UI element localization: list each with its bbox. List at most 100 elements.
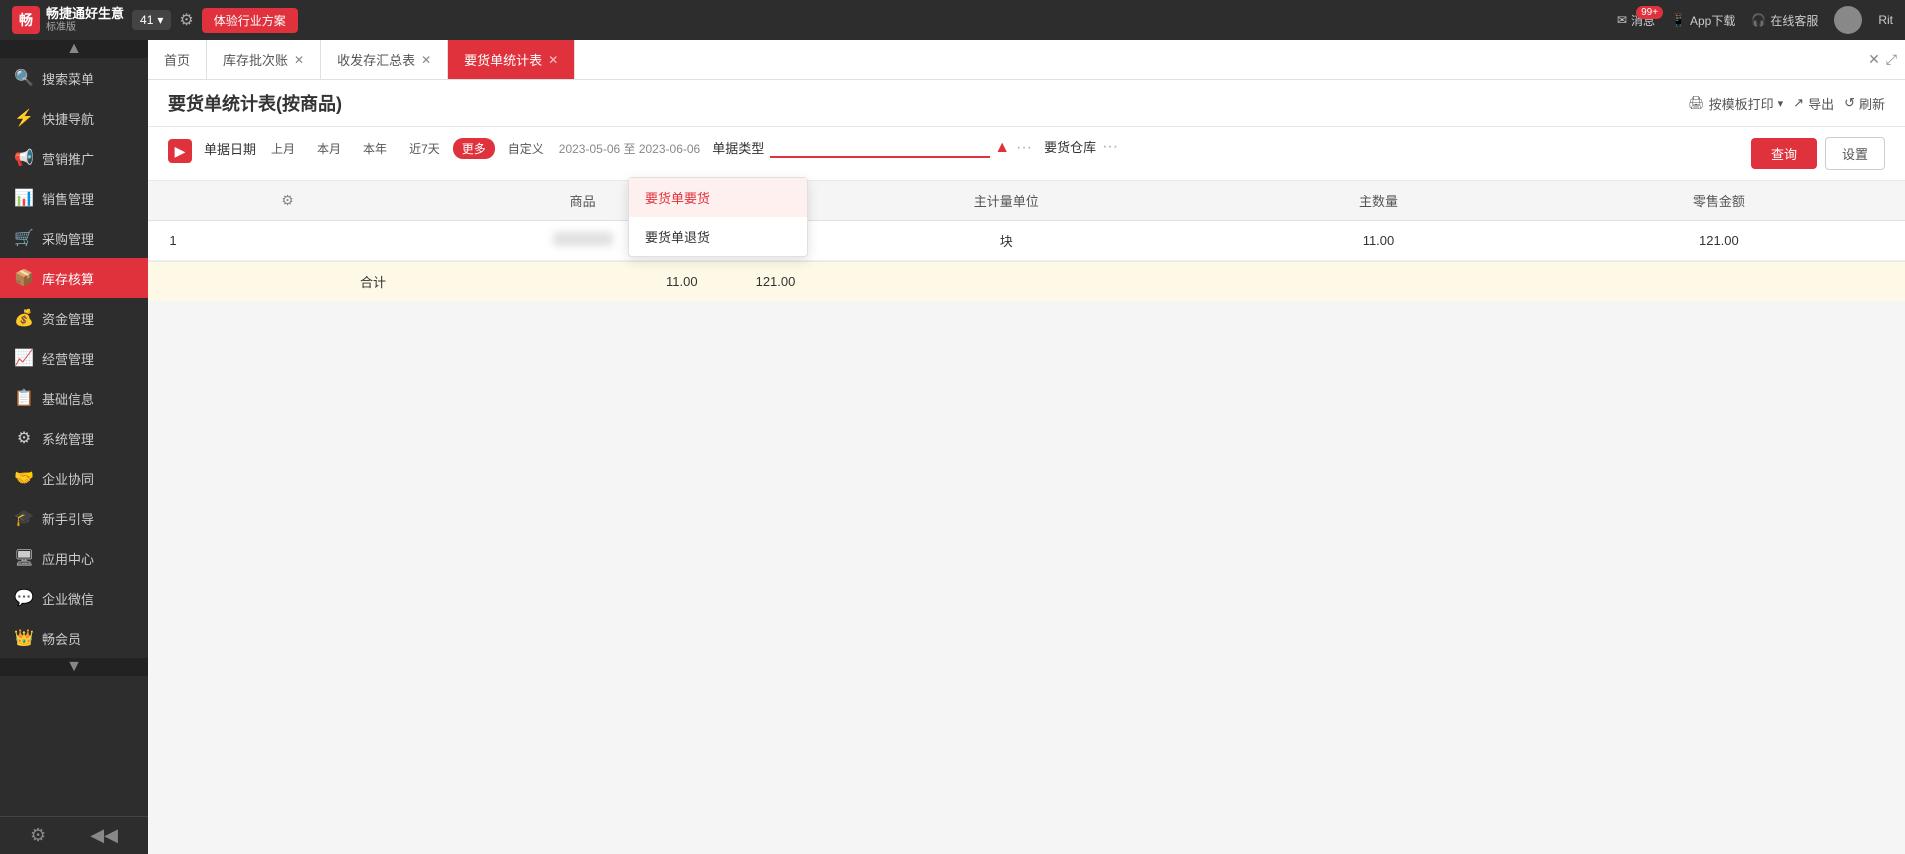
operations-icon: 📈: [14, 348, 34, 368]
data-table: ⚙ 商品 主计量单位 主数量 零售金额 1: [148, 181, 1905, 261]
date-buttons: 上月 本月 本年 近7天 更多 自定义: [262, 137, 553, 160]
page-actions: 🖨 按模板打印 ▾ ↗ 导出 ↺ 刷新: [1688, 94, 1885, 113]
dropdown-item-return[interactable]: 要货单退货: [629, 217, 807, 256]
purchase-icon: 🛒: [14, 228, 34, 248]
sidebar-collapse-icon[interactable]: ◀◀: [90, 825, 118, 846]
date-label: 单据日期: [204, 139, 256, 158]
sidebar-item-app-center[interactable]: 🖥 应用中心: [0, 538, 148, 578]
warehouse-label: 要货仓库: [1044, 137, 1096, 156]
type-dropdown: 要货单要货 要货单退货: [628, 177, 808, 257]
sidebar-item-guide[interactable]: 🎓 新手引导: [0, 498, 148, 538]
sidebar-item-operations[interactable]: 📈 经营管理: [0, 338, 148, 378]
tab-close-inventory-batch[interactable]: ✕: [294, 53, 304, 67]
page-header: 要货单统计表(按商品) 🖨 按模板打印 ▾ ↗ 导出 ↺ 刷新: [148, 80, 1905, 127]
table-footer: 合计 11.00 121.00: [148, 261, 1905, 301]
filter-expand-button[interactable]: ▶: [168, 139, 192, 163]
header-left: 畅 畅捷通好生意 标准版 41 ▾ ⚙ 体验行业方案: [12, 6, 298, 34]
wechat-icon: 💬: [14, 588, 34, 608]
filter-area: ▶ 单据日期 上月 本月 本年 近7天 更多 自定义 2023-05-06 至 …: [148, 127, 1905, 181]
sidebar-item-enterprise[interactable]: 🤝 企业协同: [0, 458, 148, 498]
basic-info-icon: 📋: [14, 388, 34, 408]
trial-button[interactable]: 体验行业方案: [202, 8, 298, 33]
custom-date-btn[interactable]: 自定义: [499, 137, 553, 160]
sidebar-item-wechat[interactable]: 💬 企业微信: [0, 578, 148, 618]
query-button[interactable]: 查询: [1751, 138, 1817, 169]
refresh-icon: ↺: [1844, 95, 1855, 111]
sidebar-item-member[interactable]: 👑 畅会员: [0, 618, 148, 658]
page-title: 要货单统计表(按商品): [168, 90, 342, 116]
table-header-row: ⚙ 商品 主计量单位 主数量 零售金额: [148, 181, 1905, 221]
sidebar-item-sales[interactable]: 📊 销售管理: [0, 178, 148, 218]
export-button[interactable]: ↗ 导出: [1793, 94, 1834, 113]
date-filter-group: 单据日期 上月 本月 本年 近7天 更多 自定义 2023-05-06 至 20…: [204, 137, 700, 160]
tab-close-summary[interactable]: ✕: [421, 53, 431, 67]
download-icon: 📱: [1671, 13, 1686, 27]
table-body: 1 块 11.00 121.00: [148, 221, 1905, 261]
sidebar-settings-icon[interactable]: ⚙: [30, 825, 46, 846]
tabs-bar: 首页 库存批次账 ✕ 收发存汇总表 ✕ 要货单统计表 ✕ ✕ ⤢: [148, 40, 1905, 80]
footer-label: 合计: [160, 272, 386, 291]
logo-icon: 畅: [12, 6, 40, 34]
last-7days-btn[interactable]: 近7天: [400, 137, 449, 160]
row-unit: 块: [788, 221, 1224, 261]
row-settings: [198, 221, 377, 261]
message-notification[interactable]: ✉ 消息 99+: [1617, 12, 1655, 29]
sidebar-item-finance[interactable]: 💰 资金管理: [0, 298, 148, 338]
tab-order-stats[interactable]: 要货单统计表 ✕: [448, 40, 575, 79]
service-icon: 🎧: [1751, 13, 1766, 27]
tab-close-all-icon[interactable]: ✕: [1868, 51, 1880, 68]
sidebar: ▲ 🔍 搜索菜单 ⚡ 快捷导航 📢 营销推广 📊 销售管理 🛒 采购管理 📦 库…: [0, 40, 148, 854]
tab-expand-icon[interactable]: ⤢: [1886, 51, 1897, 68]
sidebar-bottom: ⚙ ◀◀: [0, 816, 148, 854]
row-index: 1: [148, 221, 198, 261]
type-filter-group: 单据类型 ▲ ···: [712, 137, 1032, 158]
sales-icon: 📊: [14, 188, 34, 208]
type-label: 单据类型: [712, 138, 764, 157]
refresh-button[interactable]: ↺ 刷新: [1844, 94, 1885, 113]
tab-home[interactable]: 首页: [148, 40, 207, 79]
inventory-icon: 📦: [14, 268, 34, 288]
user-avatar[interactable]: [1834, 6, 1862, 34]
more-dates-btn[interactable]: 更多: [453, 138, 495, 159]
settings-button[interactable]: 设置: [1825, 137, 1885, 170]
sidebar-item-system[interactable]: ⚙ 系统管理: [0, 418, 148, 458]
this-month-btn[interactable]: 本月: [308, 137, 350, 160]
header-right: ✉ 消息 99+ 📱 App下载 🎧 在线客服 Rit: [1617, 6, 1893, 34]
header-gear-icon[interactable]: ⚙: [179, 10, 193, 30]
footer-amount: 121.00: [756, 274, 796, 289]
col-settings[interactable]: ⚙: [198, 181, 377, 221]
type-dropdown-arrow[interactable]: ▲: [994, 139, 1010, 157]
this-year-btn[interactable]: 本年: [354, 137, 396, 160]
sidebar-scroll-down[interactable]: ▼: [0, 658, 148, 676]
sidebar-item-basic-info[interactable]: 📋 基础信息: [0, 378, 148, 418]
sidebar-scroll-up[interactable]: ▲: [0, 40, 148, 58]
sidebar-item-marketing[interactable]: 📢 营销推广: [0, 138, 148, 178]
sidebar-item-search[interactable]: 🔍 搜索菜单: [0, 58, 148, 98]
type-input-wrap: ▲: [770, 137, 1010, 158]
tab-inventory-batch[interactable]: 库存批次账 ✕: [207, 40, 321, 79]
type-input[interactable]: [770, 137, 990, 158]
store-selector[interactable]: 41 ▾: [132, 10, 171, 30]
dropdown-item-require[interactable]: 要货单要货: [629, 178, 807, 217]
row-qty: 11.00: [1224, 221, 1533, 261]
col-unit: 主计量单位: [788, 181, 1224, 221]
sidebar-item-inventory[interactable]: 📦 库存核算: [0, 258, 148, 298]
logo-area: 畅 畅捷通好生意 标准版: [12, 6, 124, 34]
print-expand-icon: ▾: [1778, 97, 1784, 110]
app-download[interactable]: 📱 App下载: [1671, 12, 1735, 29]
marketing-icon: 📢: [14, 148, 34, 168]
print-button[interactable]: 🖨 按模板打印 ▾: [1688, 94, 1783, 113]
app-center-icon: 🖥: [14, 548, 34, 568]
tab-close-order-stats[interactable]: ✕: [548, 53, 558, 67]
sidebar-item-quick-nav[interactable]: ⚡ 快捷导航: [0, 98, 148, 138]
type-more-icon[interactable]: ···: [1016, 139, 1032, 157]
last-month-btn[interactable]: 上月: [262, 137, 304, 160]
tab-summary[interactable]: 收发存汇总表 ✕: [321, 40, 448, 79]
sidebar-item-purchase[interactable]: 🛒 采购管理: [0, 218, 148, 258]
warehouse-more-icon[interactable]: ···: [1102, 138, 1118, 156]
online-service[interactable]: 🎧 在线客服: [1751, 12, 1818, 29]
warehouse-filter-group: 要货仓库 ···: [1044, 137, 1118, 156]
guide-icon: 🎓: [14, 508, 34, 528]
column-settings-icon[interactable]: ⚙: [281, 192, 294, 208]
row-amount: 121.00: [1533, 221, 1905, 261]
